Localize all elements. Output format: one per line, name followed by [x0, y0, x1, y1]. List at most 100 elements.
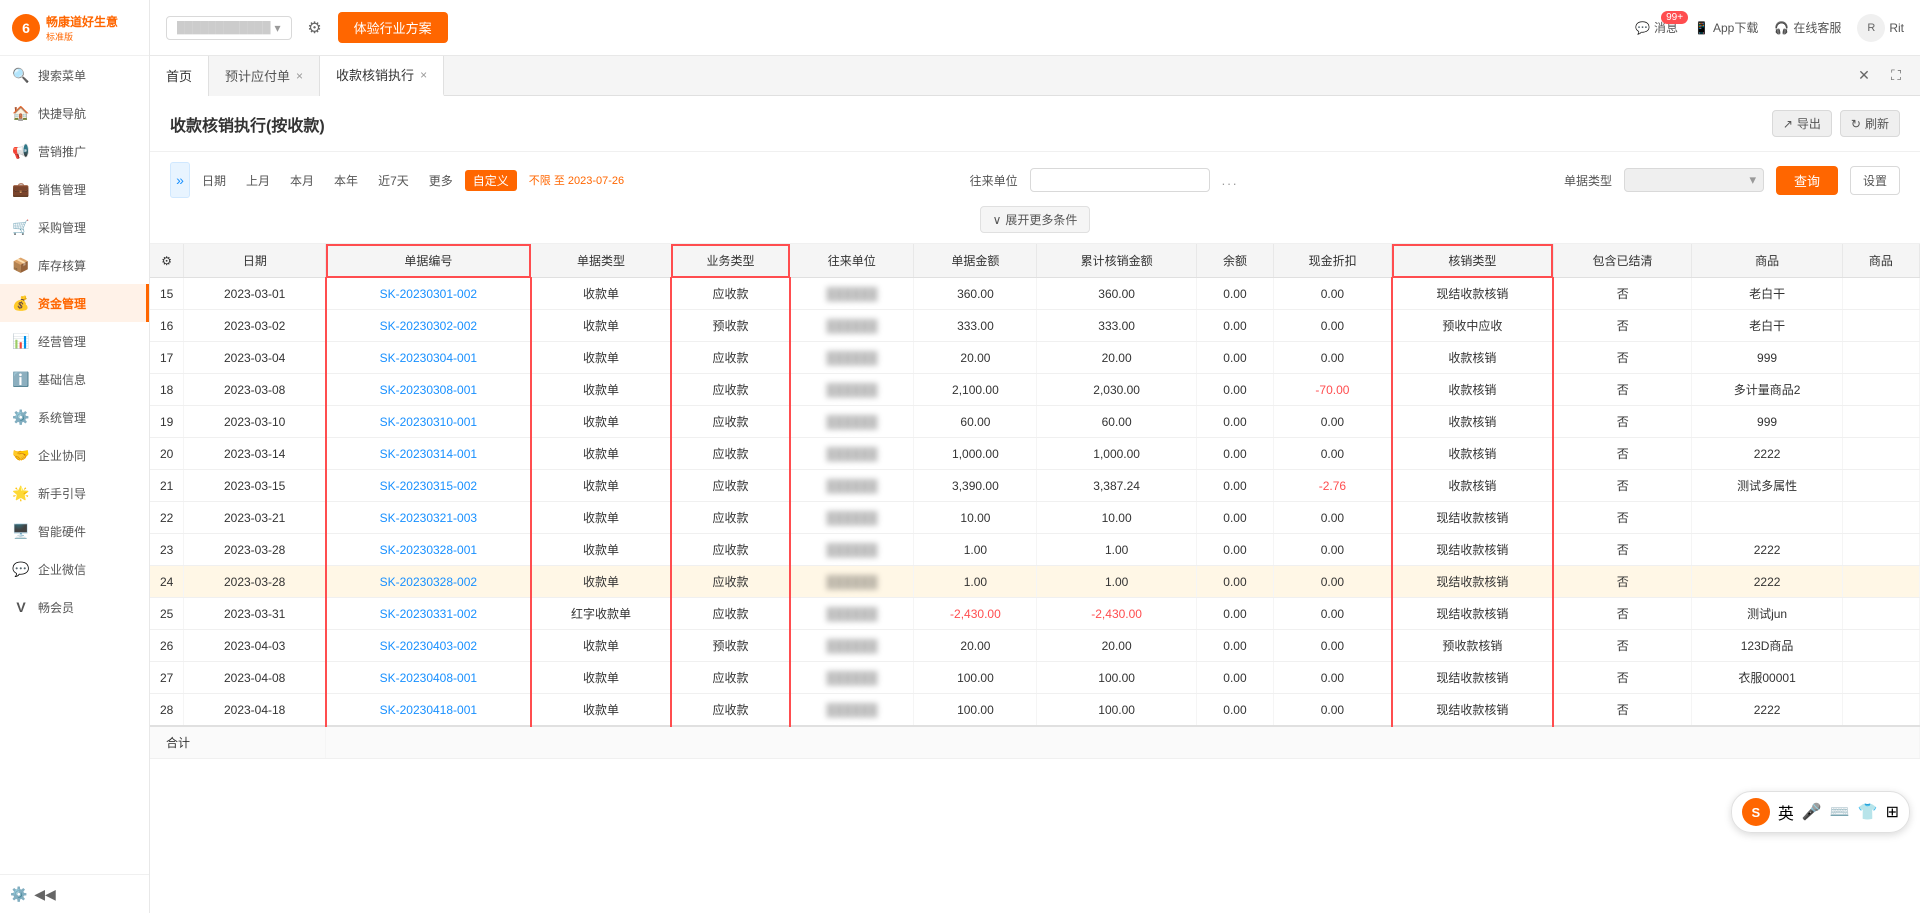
- float-keyboard-icon[interactable]: ⌨️: [1830, 802, 1850, 822]
- user-avatar[interactable]: R Rit: [1857, 14, 1904, 42]
- cell-balance: 0.00: [1196, 694, 1273, 727]
- table-row: 17 2023-03-04 SK-20230304-001 收款单 应收款 ██…: [150, 342, 1920, 374]
- collapse-icon[interactable]: ◀◀: [36, 885, 54, 903]
- expand-conditions-btn[interactable]: ∨ 展开更多条件: [980, 206, 1091, 233]
- float-text-icon[interactable]: 英: [1778, 800, 1794, 824]
- cell-product1: 2222: [1692, 534, 1842, 566]
- col-include-settled-header: 包含已结清: [1553, 244, 1692, 278]
- sidebar-item-sales[interactable]: 💼销售管理: [0, 170, 149, 208]
- filter-collapse-btn[interactable]: »: [170, 162, 190, 198]
- cell-include-settled: 否: [1553, 566, 1692, 598]
- main-area: ████████████ ▾ ⚙ 体验行业方案 💬 消息 99+ 📱 App下载…: [150, 0, 1920, 913]
- sidebar-item-marketing[interactable]: 📢营销推广: [0, 132, 149, 170]
- voucher-no-link[interactable]: SK-20230301-002: [380, 287, 477, 301]
- voucher-no-link[interactable]: SK-20230328-001: [380, 543, 477, 557]
- tab-expand-icon[interactable]: ⛶: [1882, 62, 1910, 90]
- money-icon: 💰: [12, 294, 30, 312]
- online-service[interactable]: 🎧 在线客服: [1774, 19, 1841, 36]
- tab-collection[interactable]: 收款核销执行 ×: [320, 56, 444, 96]
- sidebar-item-guide[interactable]: 🌟新手引导: [0, 474, 149, 512]
- voucher-no-link[interactable]: SK-20230302-002: [380, 319, 477, 333]
- sidebar-item-finance[interactable]: 💰资金管理: [0, 284, 149, 322]
- voucher-no-link[interactable]: SK-20230331-002: [380, 607, 477, 621]
- table-row: 15 2023-03-01 SK-20230301-002 收款单 应收款 ██…: [150, 278, 1920, 310]
- cell-product1: 2222: [1692, 694, 1842, 727]
- partner-input[interactable]: [1030, 168, 1210, 192]
- sidebar-item-member[interactable]: V畅会员: [0, 588, 149, 626]
- sidebar-menu: 🔍搜索菜单 🏠快捷导航 📢营销推广 💼销售管理 🛒采购管理 📦库存核算 💰资金管…: [0, 56, 149, 874]
- sidebar-item-operations[interactable]: 📊经营管理: [0, 322, 149, 360]
- cell-acc-amount: -2,430.00: [1037, 598, 1196, 630]
- date-btn-this-month[interactable]: 本月: [282, 170, 322, 191]
- float-s-btn[interactable]: S: [1742, 798, 1770, 826]
- messages-badge[interactable]: 💬 消息 99+: [1635, 19, 1678, 36]
- date-btn-more[interactable]: 更多: [421, 170, 461, 191]
- voucher-no-link[interactable]: SK-20230328-002: [380, 575, 477, 589]
- col-setting-header[interactable]: ⚙: [150, 244, 184, 278]
- float-grid-icon[interactable]: ⊞: [1886, 802, 1899, 822]
- sidebar-item-purchase[interactable]: 🛒采购管理: [0, 208, 149, 246]
- voucher-no-link[interactable]: SK-20230304-001: [380, 351, 477, 365]
- settings-btn[interactable]: 设置: [1850, 166, 1900, 195]
- cell-cancel-type: 收款核销: [1392, 374, 1553, 406]
- filter-row-1: » 日期 上月 本月 本年 近7天 更多 自定义 不限 至 2023-07-26…: [170, 162, 1900, 198]
- dots-btn[interactable]: ...: [1222, 173, 1239, 188]
- date-btn-custom[interactable]: 自定义: [465, 170, 517, 191]
- tab-home[interactable]: 首页: [150, 56, 209, 96]
- voucher-no-link[interactable]: SK-20230315-002: [380, 479, 477, 493]
- cell-product2: [1842, 534, 1919, 566]
- cell-amount: 2,100.00: [914, 374, 1037, 406]
- cell-acc-amount: 360.00: [1037, 278, 1196, 310]
- export-btn[interactable]: ↗ 导出: [1772, 110, 1832, 137]
- date-btn-last-month[interactable]: 上月: [238, 170, 278, 191]
- sidebar-item-search[interactable]: 🔍搜索菜单: [0, 56, 149, 94]
- sidebar-item-quick[interactable]: 🏠快捷导航: [0, 94, 149, 132]
- cell-voucher-no: SK-20230403-002: [326, 630, 531, 662]
- sidebar-item-hardware[interactable]: 🖥️智能硬件: [0, 512, 149, 550]
- sidebar-item-system[interactable]: ⚙️系统管理: [0, 398, 149, 436]
- voucher-no-link[interactable]: SK-20230321-003: [380, 511, 477, 525]
- cell-date: 2023-04-03: [184, 630, 326, 662]
- cell-include-settled: 否: [1553, 694, 1692, 727]
- logo-text: 畅康道好生意 标准版: [46, 13, 118, 43]
- tab-payable-close[interactable]: ×: [296, 69, 303, 83]
- tab-close-all-icon[interactable]: ✕: [1850, 62, 1878, 90]
- refresh-icon: ↻: [1851, 117, 1861, 131]
- cell-biz-type: 预收款: [671, 630, 789, 662]
- tab-payable[interactable]: 预计应付单 ×: [209, 56, 320, 96]
- date-btn-this-year[interactable]: 本年: [326, 170, 366, 191]
- app-download[interactable]: 📱 App下载: [1694, 19, 1758, 36]
- voucher-no-link[interactable]: SK-20230403-002: [380, 639, 477, 653]
- headset-icon: 🎧: [1774, 21, 1789, 35]
- cell-balance: 0.00: [1196, 470, 1273, 502]
- cell-voucher-type: 收款单: [531, 438, 672, 470]
- cell-acc-amount: 20.00: [1037, 630, 1196, 662]
- cell-biz-type: 应收款: [671, 566, 789, 598]
- settings-gear-icon[interactable]: ⚙: [300, 13, 330, 43]
- voucher-no-link[interactable]: SK-20230314-001: [380, 447, 477, 461]
- workspace-select[interactable]: ████████████ ▾: [166, 16, 292, 40]
- phone-icon: 📱: [1694, 21, 1709, 35]
- date-btn-7days[interactable]: 近7天: [370, 170, 417, 191]
- float-shirt-icon[interactable]: 👕: [1858, 802, 1878, 822]
- sidebar-item-basic[interactable]: ℹ️基础信息: [0, 360, 149, 398]
- voucher-no-link[interactable]: SK-20230308-001: [380, 383, 477, 397]
- voucher-no-link[interactable]: SK-20230310-001: [380, 415, 477, 429]
- handshake-icon: 🤝: [12, 446, 30, 464]
- cell-acc-amount: 20.00: [1037, 342, 1196, 374]
- float-mic-icon[interactable]: 🎤: [1802, 802, 1822, 822]
- tab-collection-close[interactable]: ×: [420, 68, 427, 82]
- refresh-btn[interactable]: ↻ 刷新: [1840, 110, 1900, 137]
- voucher-type-select[interactable]: [1624, 168, 1764, 192]
- sidebar-item-wechat[interactable]: 💬企业微信: [0, 550, 149, 588]
- topbar: ████████████ ▾ ⚙ 体验行业方案 💬 消息 99+ 📱 App下载…: [150, 0, 1920, 56]
- sidebar-item-enterprise[interactable]: 🤝企业协同: [0, 436, 149, 474]
- solution-btn[interactable]: 体验行业方案: [338, 12, 448, 43]
- sidebar-item-inventory[interactable]: 📦库存核算: [0, 246, 149, 284]
- voucher-no-link[interactable]: SK-20230408-001: [380, 671, 477, 685]
- cell-partner: ██████: [790, 310, 914, 342]
- voucher-no-link[interactable]: SK-20230418-001: [380, 703, 477, 717]
- settings-bottom-icon[interactable]: ⚙️: [10, 885, 28, 903]
- home-icon: 🏠: [12, 104, 30, 122]
- query-btn[interactable]: 查询: [1776, 166, 1838, 195]
